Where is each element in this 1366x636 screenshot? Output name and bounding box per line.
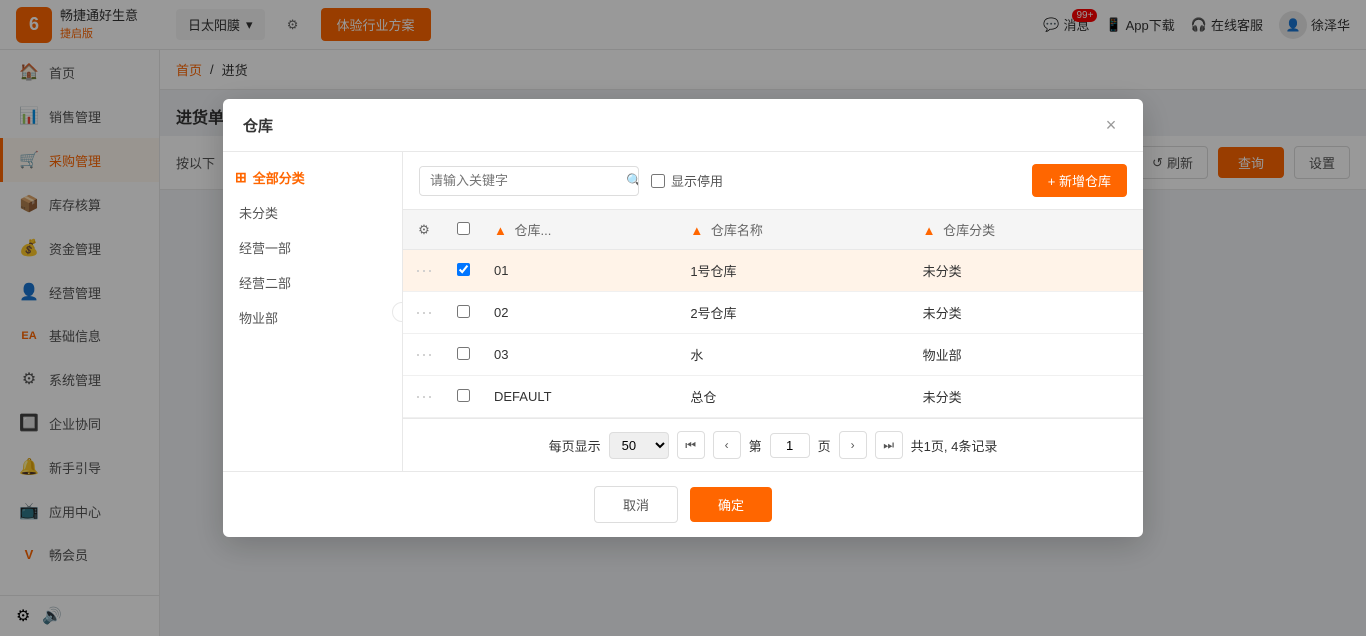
- dialog-header: 仓库 ×: [223, 99, 1143, 152]
- category-item-2[interactable]: 经营二部: [223, 265, 402, 300]
- row-name-0: 1号仓库: [678, 250, 910, 292]
- per-page-select[interactable]: 50 100 200: [609, 432, 669, 459]
- prev-page-btn[interactable]: ‹: [713, 431, 741, 459]
- col-name: ▲ 仓库名称: [678, 210, 910, 250]
- more-icon[interactable]: ···: [415, 344, 433, 364]
- row-category-2: 物业部: [911, 334, 1143, 376]
- row-name-3: 总仓: [678, 376, 910, 418]
- table-row[interactable]: ··· 02 2号仓库 未分类: [403, 292, 1143, 334]
- row-category-1: 未分类: [911, 292, 1143, 334]
- page-suffix: 页: [818, 436, 831, 455]
- category-item-3[interactable]: 物业部: [223, 300, 402, 335]
- table-wrapper: ⚙ ▲ 仓库... ▲ 仓库名称: [403, 210, 1143, 418]
- more-icon[interactable]: ···: [415, 260, 433, 280]
- dialog-overlay: 仓库 × ⊞ 全部分类 未分类 经营一部 经营二部: [0, 0, 1366, 636]
- row-name-1: 2号仓库: [678, 292, 910, 334]
- dialog-title: 仓库: [243, 115, 273, 136]
- category-item-0[interactable]: 未分类: [223, 195, 402, 230]
- next-page-btn[interactable]: ›: [839, 431, 867, 459]
- last-page-btn[interactable]: ⏭: [875, 431, 903, 459]
- row-check-2: [445, 334, 482, 376]
- col-code: ▲ 仓库...: [482, 210, 678, 250]
- col-check: [445, 210, 482, 250]
- right-panel: 🔍 显示停用 + 新增仓库 ⚙: [403, 152, 1143, 471]
- row-gear-2: ···: [403, 334, 445, 376]
- all-category-item[interactable]: ⊞ 全部分类: [223, 160, 402, 195]
- warehouse-dialog: 仓库 × ⊞ 全部分类 未分类 经营一部 经营二部: [223, 99, 1143, 537]
- search-btn[interactable]: 🔍: [616, 167, 639, 195]
- show-disabled-label: 显示停用: [651, 171, 723, 190]
- table-header-row: ⚙ ▲ 仓库... ▲ 仓库名称: [403, 210, 1143, 250]
- right-toolbar: 🔍 显示停用 + 新增仓库: [403, 152, 1143, 210]
- cancel-btn[interactable]: 取消: [594, 486, 678, 523]
- sort-icon3: ▲: [923, 223, 936, 238]
- row-checkbox-1[interactable]: [457, 305, 470, 318]
- row-code-0: 01: [482, 250, 678, 292]
- search-box: 🔍: [419, 166, 639, 196]
- pagination: 每页显示 50 100 200 ⏮ ‹ 第 页 › ⏭ 共1页, 4条记录: [403, 418, 1143, 471]
- category-panel: ⊞ 全部分类 未分类 经营一部 经营二部 物业部 《: [223, 152, 403, 471]
- row-code-3: DEFAULT: [482, 376, 678, 418]
- row-check-0: [445, 250, 482, 292]
- col-category: ▲ 仓库分类: [911, 210, 1143, 250]
- more-icon[interactable]: ···: [415, 302, 433, 322]
- total-label: 共1页, 4条记录: [911, 436, 998, 455]
- row-checkbox-2[interactable]: [457, 347, 470, 360]
- confirm-btn[interactable]: 确定: [690, 487, 772, 522]
- show-disabled-text: 显示停用: [671, 171, 723, 190]
- row-gear-0: ···: [403, 250, 445, 292]
- dialog-footer: 取消 确定: [223, 471, 1143, 537]
- row-category-0: 未分类: [911, 250, 1143, 292]
- add-warehouse-btn[interactable]: + 新增仓库: [1032, 164, 1127, 197]
- search-input[interactable]: [420, 167, 616, 194]
- sort-icon: ▲: [494, 223, 507, 238]
- search-icon: 🔍: [626, 173, 639, 188]
- per-page-label: 每页显示: [549, 436, 601, 455]
- table-row[interactable]: ··· 03 水 物业部: [403, 334, 1143, 376]
- warehouse-table: ⚙ ▲ 仓库... ▲ 仓库名称: [403, 210, 1143, 418]
- dialog-body: ⊞ 全部分类 未分类 经营一部 经营二部 物业部 《: [223, 152, 1143, 471]
- sort-icon2: ▲: [690, 223, 703, 238]
- row-checkbox-3[interactable]: [457, 389, 470, 402]
- more-icon[interactable]: ···: [415, 386, 433, 406]
- all-category-label: 全部分类: [253, 168, 305, 187]
- grid-icon: ⊞: [235, 169, 247, 186]
- page-number-input[interactable]: [770, 433, 810, 458]
- row-check-1: [445, 292, 482, 334]
- select-all-checkbox[interactable]: [457, 222, 470, 235]
- page-label: 第: [749, 436, 762, 455]
- row-code-1: 02: [482, 292, 678, 334]
- row-gear-1: ···: [403, 292, 445, 334]
- dialog-close-btn[interactable]: ×: [1099, 113, 1123, 137]
- row-gear-3: ···: [403, 376, 445, 418]
- first-page-btn[interactable]: ⏮: [677, 431, 705, 459]
- row-checkbox-0[interactable]: [457, 263, 470, 276]
- col-gear: ⚙: [403, 210, 445, 250]
- table-row[interactable]: ··· DEFAULT 总仓 未分类: [403, 376, 1143, 418]
- row-category-3: 未分类: [911, 376, 1143, 418]
- category-item-1[interactable]: 经营一部: [223, 230, 402, 265]
- row-check-3: [445, 376, 482, 418]
- row-name-2: 水: [678, 334, 910, 376]
- row-code-2: 03: [482, 334, 678, 376]
- show-disabled-checkbox[interactable]: [651, 174, 665, 188]
- table-row[interactable]: ··· 01 1号仓库 未分类: [403, 250, 1143, 292]
